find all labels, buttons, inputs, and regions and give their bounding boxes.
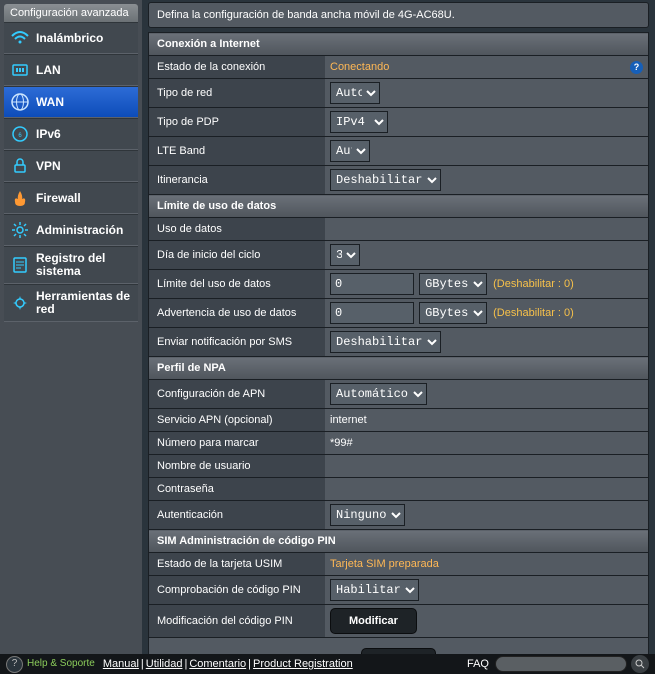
sidebar-item-label: IPv6 [36,128,61,141]
apn-config-label: Configuración de APN [149,380,326,409]
help-icon[interactable]: ? [6,656,23,673]
modify-button[interactable]: Modificar [330,608,417,634]
sidebar-item-label: VPN [36,160,61,173]
auth-select[interactable]: Ninguno [330,504,405,526]
sidebar-item-label: Registro del sistema [36,252,132,278]
log-icon [10,255,30,275]
pdp-type-select[interactable]: IPv4 [330,111,388,133]
sidebar-item-lan[interactable]: LAN [4,54,138,86]
data-limit-input[interactable] [330,273,414,295]
gear-icon [10,220,30,240]
section-data-limit: Límite de uso de datos [149,195,649,218]
data-limit-label: Límite del uso de datos [149,270,326,299]
sidebar-item-label: Herramientas de red [36,290,132,316]
sidebar-item-ipv6[interactable]: 6 IPv6 [4,118,138,150]
main-panel: Defina la configuración de banda ancha m… [142,0,655,674]
footer-link-utility[interactable]: Utilidad [146,658,183,670]
sidebar-item-label: Firewall [36,192,81,205]
tools-icon [10,293,30,313]
sidebar-item-label: LAN [36,64,61,77]
cycle-day-select[interactable]: 31 [330,244,360,266]
data-warn-hint: (Deshabilitar : 0) [493,307,574,319]
search-button[interactable] [631,655,649,673]
data-warn-input[interactable] [330,302,414,324]
vpn-icon [10,156,30,176]
conn-status-value: Conectando [330,61,389,73]
conn-status-label: Estado de la conexión [149,56,326,79]
sidebar-item-syslog[interactable]: Registro del sistema [4,246,138,284]
data-warn-label: Advertencia de uso de datos [149,299,326,328]
lte-band-label: LTE Band [149,137,326,166]
apn-service-label: Servicio APN (opcional) [149,409,326,432]
help-icon[interactable]: ? [630,61,643,74]
sidebar-title: Configuración avanzada [4,4,138,22]
section-sim-pin: SIM Administración de código PIN [149,530,649,553]
pin-modify-label: Modificación del código PIN [149,605,326,638]
lte-band-select[interactable]: Auto [330,140,370,162]
username-label: Nombre de usuario [149,455,326,478]
sidebar-item-vpn[interactable]: VPN [4,150,138,182]
auth-label: Autenticación [149,501,326,530]
pin-check-select[interactable]: Habilitar [330,579,419,601]
password-value [325,478,649,501]
help-support-label: Help & Soporte [27,659,95,669]
footer: ? Help & Soporte Manual| Utilidad| Comen… [0,654,655,674]
pin-check-label: Comprobación de código PIN [149,576,326,605]
search-input[interactable] [495,656,627,672]
footer-faq[interactable]: FAQ [467,658,489,670]
footer-link-manual[interactable]: Manual [103,658,139,670]
sidebar-item-admin[interactable]: Administración [4,214,138,246]
apn-config-select[interactable]: Automático [330,383,427,405]
sidebar-item-label: Inalámbrico [36,32,103,45]
firewall-icon [10,188,30,208]
sidebar-item-nettools[interactable]: Herramientas de red [4,284,138,322]
net-type-select[interactable]: Auto [330,82,380,104]
footer-link-registration[interactable]: Product Registration [253,658,353,670]
sidebar: Configuración avanzada Inalámbrico LAN W… [0,0,142,674]
apn-service-value: internet [325,409,649,432]
data-limit-unit-select[interactable]: GBytes [419,273,487,295]
ipv6-icon: 6 [10,124,30,144]
sidebar-item-wan[interactable]: WAN [4,86,138,118]
globe-icon [10,92,30,112]
roaming-select[interactable]: Deshabilitar [330,169,441,191]
roaming-label: Itinerancia [149,166,326,195]
data-usage-label: Uso de datos [149,218,326,241]
sidebar-item-label: Administración [36,224,123,237]
usim-status-label: Estado de la tarjeta USIM [149,553,326,576]
username-value [325,455,649,478]
sidebar-item-wireless[interactable]: Inalámbrico [4,22,138,54]
sidebar-item-label: WAN [36,96,64,109]
dial-number-label: Número para marcar [149,432,326,455]
intro-text: Defina la configuración de banda ancha m… [148,2,649,28]
data-limit-hint: (Deshabilitar : 0) [493,278,574,290]
section-connection: Conexión a Internet [149,33,649,56]
footer-link-feedback[interactable]: Comentario [189,658,246,670]
svg-text:6: 6 [18,133,22,139]
data-warn-unit-select[interactable]: GBytes [419,302,487,324]
net-type-label: Tipo de red [149,79,326,108]
cycle-day-label: Día de inicio del ciclo [149,241,326,270]
pdp-type-label: Tipo de PDP [149,108,326,137]
sidebar-item-firewall[interactable]: Firewall [4,182,138,214]
usim-status-value: Tarjeta SIM preparada [330,558,439,570]
lan-icon [10,60,30,80]
dial-number-value: *99# [325,432,649,455]
password-label: Contraseña [149,478,326,501]
sms-notify-select[interactable]: Deshabilitar [330,331,441,353]
section-npa-profile: Perfil de NPA [149,357,649,380]
wireless-icon [10,28,30,48]
sms-notify-label: Enviar notificación por SMS [149,328,326,357]
